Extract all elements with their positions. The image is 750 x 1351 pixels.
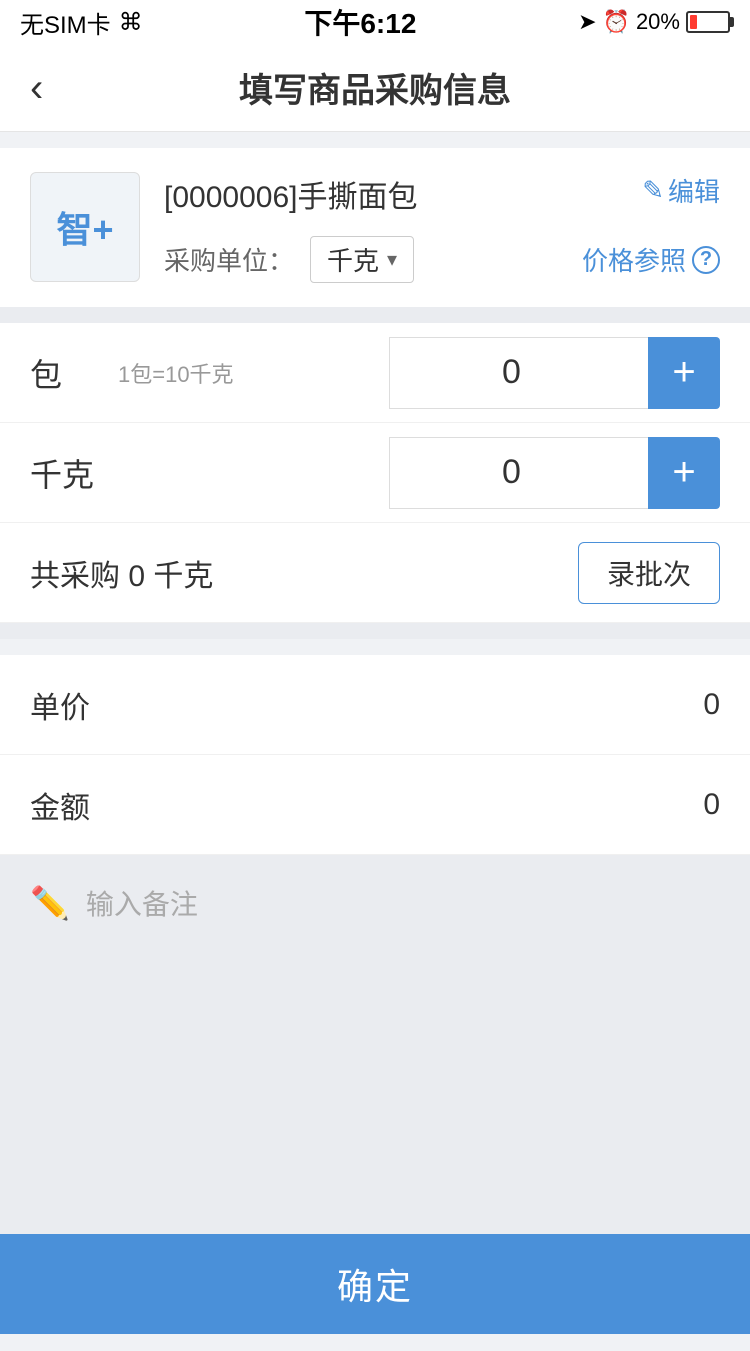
- section-divider-2: [0, 623, 750, 639]
- edit-label: 编辑: [668, 172, 720, 209]
- unit-price-value: 0: [703, 688, 720, 722]
- status-bar: 无SIM卡 ⌘ 下午6:12 ➤ ⏰ 20%: [0, 0, 750, 44]
- unit-price-label: 单价: [30, 683, 90, 727]
- kg-label: 千克: [30, 450, 110, 496]
- input-section: 包 1包=10千克 0 + 千克 0 + 共采购 0 千克 录批次: [0, 323, 750, 623]
- amount-row: 金额 0: [0, 755, 750, 855]
- amount-label: 金额: [30, 783, 90, 827]
- bao-input-row: 包 1包=10千克 0 +: [0, 323, 750, 423]
- product-name: [0000006]手撕面包: [164, 172, 417, 216]
- section-divider-1: [0, 307, 750, 323]
- bao-input-field[interactable]: 0: [389, 337, 649, 409]
- note-placeholder: 输入备注: [86, 883, 198, 923]
- kg-input-row: 千克 0 +: [0, 423, 750, 523]
- bao-input-control: 0 +: [389, 337, 720, 409]
- product-thumbnail: 智+: [30, 172, 140, 282]
- note-section[interactable]: ✏️ 输入备注: [0, 855, 750, 951]
- nav-bar: ‹ 填写商品采购信息: [0, 44, 750, 132]
- product-info: [0000006]手撕面包 ✎ 编辑 采购单位： 千克 ▾ 价格参照 ?: [164, 172, 720, 283]
- pencil-icon: ✏️: [30, 884, 70, 922]
- content-spacer: [0, 951, 750, 1251]
- kg-plus-button[interactable]: +: [648, 437, 720, 509]
- unit-value: 千克: [327, 241, 379, 278]
- summary-text: 共采购 0 千克: [30, 551, 213, 595]
- amount-value: 0: [703, 788, 720, 822]
- location-icon: ➤: [578, 9, 596, 35]
- status-time: 下午6:12: [304, 2, 416, 42]
- unit-price-row: 单价 0: [0, 655, 750, 755]
- info-icon: ?: [692, 246, 720, 274]
- summary-row: 共采购 0 千克 录批次: [0, 523, 750, 623]
- confirm-button[interactable]: 确定: [0, 1234, 750, 1334]
- bao-label: 包: [30, 350, 110, 396]
- unit-selector[interactable]: 千克 ▾: [310, 236, 414, 283]
- kg-input-control: 0 +: [389, 437, 720, 509]
- status-left: 无SIM卡 ⌘: [20, 5, 143, 40]
- battery-percent: 20%: [636, 9, 680, 35]
- bao-plus-button[interactable]: +: [648, 337, 720, 409]
- alarm-icon: ⏰: [603, 9, 630, 35]
- product-logo-text: 智+: [56, 201, 113, 253]
- price-section: 单价 0 金额 0: [0, 655, 750, 855]
- price-ref-label: 价格参照: [582, 241, 686, 278]
- chevron-down-icon: ▾: [387, 247, 397, 272]
- edit-icon: ✎: [642, 175, 664, 206]
- unit-label: 采购单位：: [164, 241, 294, 278]
- product-card: 智+ [0000006]手撕面包 ✎ 编辑 采购单位： 千克 ▾ 价格参照 ?: [0, 148, 750, 307]
- summary-prefix: 共采购: [30, 560, 120, 593]
- bao-sublabel: 1包=10千克: [118, 357, 389, 389]
- price-reference-button[interactable]: 价格参照 ?: [582, 241, 720, 278]
- batch-button[interactable]: 录批次: [578, 542, 720, 604]
- page-title: 填写商品采购信息: [239, 63, 511, 112]
- status-right: ➤ ⏰ 20%: [578, 9, 730, 35]
- wifi-icon: ⌘: [119, 8, 143, 37]
- battery-icon: [686, 11, 730, 33]
- network-label: 无SIM卡: [20, 5, 111, 40]
- back-button[interactable]: ‹: [30, 68, 43, 108]
- kg-input-field[interactable]: 0: [389, 437, 649, 509]
- edit-button[interactable]: ✎ 编辑: [642, 172, 720, 209]
